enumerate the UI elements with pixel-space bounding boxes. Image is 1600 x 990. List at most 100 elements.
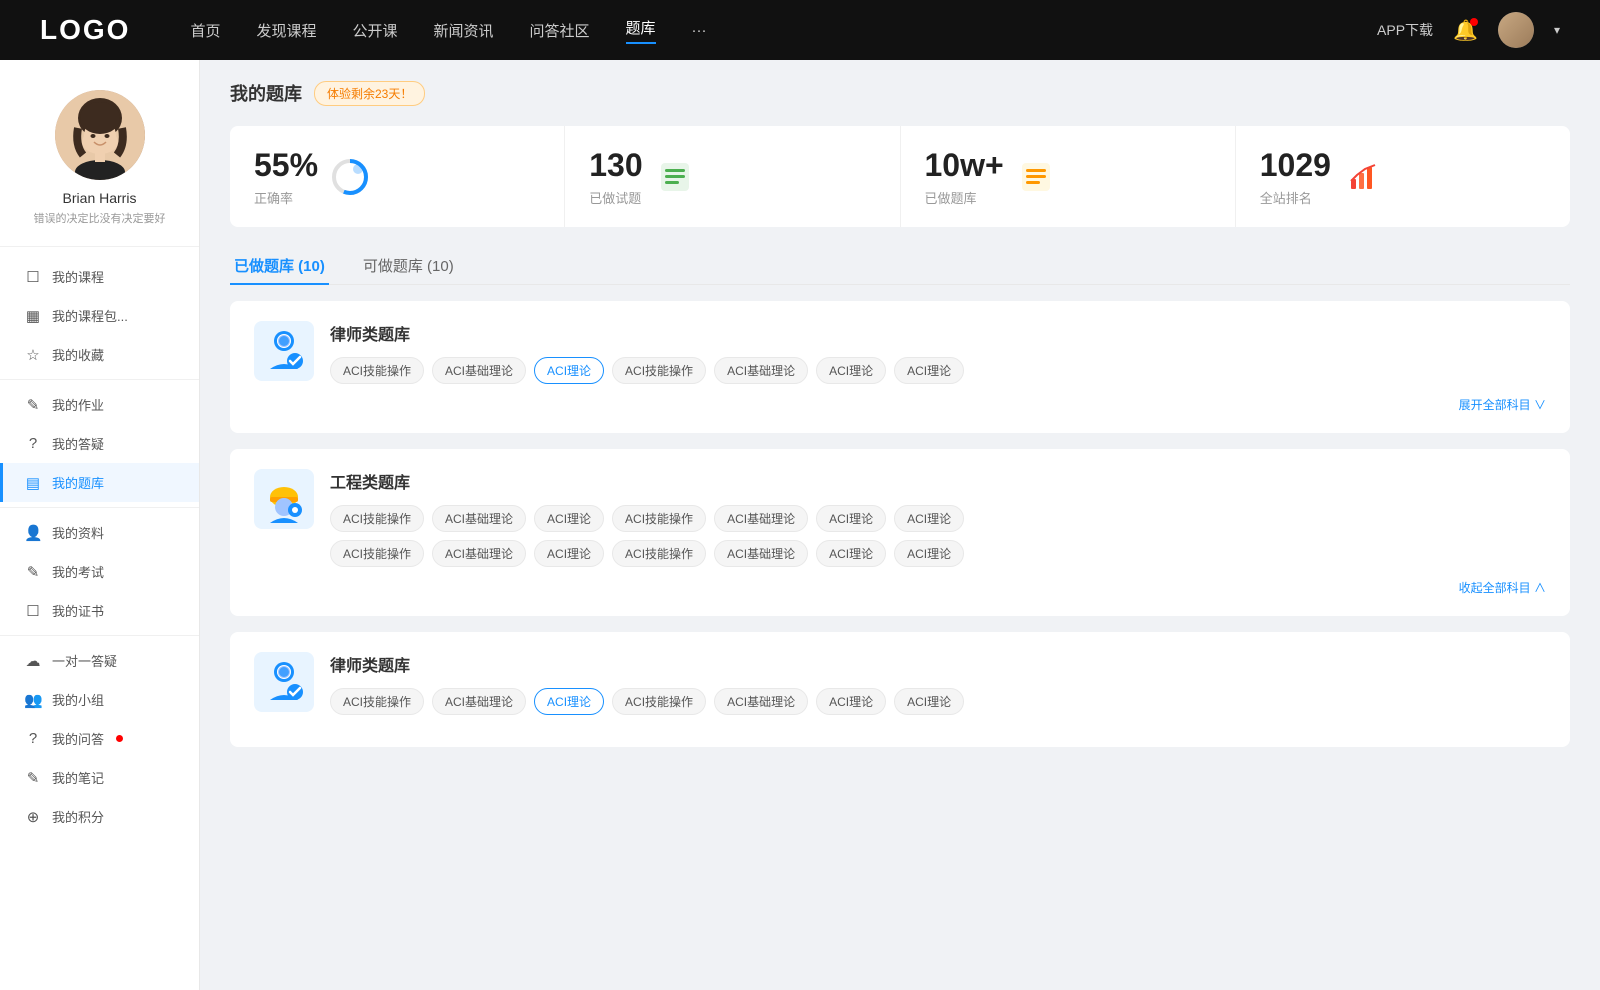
sidebar-item-certificate[interactable]: ☐ 我的证书 <box>0 591 199 630</box>
lawyer-icon-1 <box>254 321 314 381</box>
expand-link-1[interactable]: 展开全部科目 ∨ <box>254 396 1546 413</box>
navbar: LOGO 首页 发现课程 公开课 新闻资讯 问答社区 题库 ··· APP下载 … <box>0 0 1600 60</box>
tag-1-7[interactable]: ACI理论 <box>894 357 964 384</box>
tag-3-3[interactable]: ACI理论 <box>534 688 604 715</box>
tag-1-5[interactable]: ACI基础理论 <box>714 357 808 384</box>
sidebar-item-label: 我的答疑 <box>52 434 104 453</box>
sidebar-item-favorites[interactable]: ☆ 我的收藏 <box>0 335 199 374</box>
nav-open-course[interactable]: 公开课 <box>352 20 397 41</box>
tag-2-1-3[interactable]: ACI理论 <box>534 505 604 532</box>
sidebar-item-points[interactable]: ⊕ 我的积分 <box>0 797 199 836</box>
tag-1-1[interactable]: ACI技能操作 <box>330 357 424 384</box>
sidebar-item-group[interactable]: 👥 我的小组 <box>0 680 199 719</box>
nav-discover[interactable]: 发现课程 <box>256 20 316 41</box>
sidebar-item-my-qa[interactable]: ? 我的问答 <box>0 719 199 758</box>
stat-questions: 130 已做试题 <box>565 126 900 227</box>
tag-3-1[interactable]: ACI技能操作 <box>330 688 424 715</box>
tag-3-7[interactable]: ACI理论 <box>894 688 964 715</box>
notification-bell[interactable]: 🔔 <box>1453 18 1478 43</box>
qbank-icon: ▤ <box>24 474 42 492</box>
tag-2-1-5[interactable]: ACI基础理论 <box>714 505 808 532</box>
sidebar-item-course-pack[interactable]: ▦ 我的课程包... <box>0 296 199 335</box>
nav-news[interactable]: 新闻资讯 <box>434 20 494 41</box>
tag-1-2[interactable]: ACI基础理论 <box>432 357 526 384</box>
exam-icon: ✎ <box>24 563 42 581</box>
sidebar-item-homework[interactable]: ✎ 我的作业 <box>0 385 199 424</box>
tag-2-2-1[interactable]: ACI技能操作 <box>330 540 424 567</box>
stat-ranking: 1029 全站排名 <box>1236 126 1570 227</box>
qbank-card-engineer: 工程类题库 ACI技能操作 ACI基础理论 ACI理论 ACI技能操作 ACI基… <box>230 449 1570 616</box>
app-download-link[interactable]: APP下载 <box>1377 20 1433 40</box>
tag-2-2-4[interactable]: ACI技能操作 <box>612 540 706 567</box>
tag-2-1-2[interactable]: ACI基础理论 <box>432 505 526 532</box>
sidebar-item-one-on-one[interactable]: ☁ 一对一答疑 <box>0 641 199 680</box>
star-icon: ☆ <box>24 346 42 364</box>
tag-1-4[interactable]: ACI技能操作 <box>612 357 706 384</box>
page-header: 我的题库 体验剩余23天！ <box>230 80 1570 106</box>
nav-qa[interactable]: 问答社区 <box>530 20 590 41</box>
course-icon: ☐ <box>24 268 42 286</box>
collapse-link-2[interactable]: 收起全部科目 ∧ <box>254 579 1546 596</box>
sidebar-item-label: 我的问答 <box>52 729 104 748</box>
tag-3-4[interactable]: ACI技能操作 <box>612 688 706 715</box>
sidebar-item-exam[interactable]: ✎ 我的考试 <box>0 552 199 591</box>
qbank-info-1: 律师类题库 ACI技能操作 ACI基础理论 ACI理论 ACI技能操作 ACI基… <box>330 321 1546 384</box>
stat-ranking-label: 全站排名 <box>1260 188 1331 207</box>
one-on-one-icon: ☁ <box>24 652 42 670</box>
tabs-row: 已做题库 (10) 可做题库 (10) <box>230 247 1570 285</box>
qbank-header-1: 律师类题库 ACI技能操作 ACI基础理论 ACI理论 ACI技能操作 ACI基… <box>254 321 1546 384</box>
nav-menu: 首页 发现课程 公开课 新闻资讯 问答社区 题库 ··· <box>190 17 1377 44</box>
tag-2-1-6[interactable]: ACI理论 <box>816 505 886 532</box>
stat-ranking-value: 1029 <box>1260 146 1331 184</box>
qbank-info-2: 工程类题库 ACI技能操作 ACI基础理论 ACI理论 ACI技能操作 ACI基… <box>330 469 1546 567</box>
sidebar-item-question-bank[interactable]: ▤ 我的题库 <box>0 463 199 502</box>
sidebar-item-label: 我的笔记 <box>52 768 104 787</box>
user-avatar[interactable] <box>1498 12 1534 48</box>
tag-2-1-7[interactable]: ACI理论 <box>894 505 964 532</box>
stat-questions-label: 已做试题 <box>589 188 642 207</box>
tag-2-2-3[interactable]: ACI理论 <box>534 540 604 567</box>
tag-2-2-7[interactable]: ACI理论 <box>894 540 964 567</box>
tag-2-1-1[interactable]: ACI技能操作 <box>330 505 424 532</box>
tag-1-6[interactable]: ACI理论 <box>816 357 886 384</box>
user-menu-chevron[interactable]: ▾ <box>1554 23 1560 37</box>
engineer-icon-wrap <box>254 469 314 529</box>
accuracy-pie-icon <box>332 159 368 195</box>
tag-2-1-4[interactable]: ACI技能操作 <box>612 505 706 532</box>
sidebar-profile: Brian Harris 错误的决定比没有决定要好 <box>0 80 199 247</box>
qbank-card-lawyer-2: 律师类题库 ACI技能操作 ACI基础理论 ACI理论 ACI技能操作 ACI基… <box>230 632 1570 747</box>
sidebar-username: Brian Harris <box>20 190 179 206</box>
tab-available-banks[interactable]: 可做题库 (10) <box>359 247 458 284</box>
tag-3-5[interactable]: ACI基础理论 <box>714 688 808 715</box>
stat-accuracy: 55% 正确率 <box>230 126 565 227</box>
sidebar-item-qa[interactable]: ? 我的答疑 <box>0 424 199 463</box>
tag-2-2-6[interactable]: ACI理论 <box>816 540 886 567</box>
tab-done-banks[interactable]: 已做题库 (10) <box>230 247 329 284</box>
sidebar-item-label: 我的小组 <box>52 690 104 709</box>
sidebar-item-course[interactable]: ☐ 我的课程 <box>0 257 199 296</box>
nav-home[interactable]: 首页 <box>190 20 220 41</box>
stat-questions-text: 130 已做试题 <box>589 146 642 207</box>
points-icon: ⊕ <box>24 808 42 826</box>
navbar-right: APP下载 🔔 ▾ <box>1377 12 1560 48</box>
sidebar-item-notes[interactable]: ✎ 我的笔记 <box>0 758 199 797</box>
sidebar-avatar <box>55 90 145 180</box>
trial-badge: 体验剩余23天！ <box>314 81 425 106</box>
tag-2-2-5[interactable]: ACI基础理论 <box>714 540 808 567</box>
sidebar-item-label: 我的作业 <box>52 395 104 414</box>
unread-dot <box>116 735 123 742</box>
stats-row: 55% 正确率 130 已做试题 <box>230 126 1570 227</box>
qbank-title-2: 工程类题库 <box>330 469 1546 493</box>
sidebar-item-label: 我的资料 <box>52 523 104 542</box>
tag-1-3[interactable]: ACI理论 <box>534 357 604 384</box>
nav-question-bank[interactable]: 题库 <box>626 17 656 44</box>
main-content: 我的题库 体验剩余23天！ 55% 正确率 <box>200 60 1600 990</box>
tag-3-2[interactable]: ACI基础理论 <box>432 688 526 715</box>
sidebar-item-profile[interactable]: 👤 我的资料 <box>0 513 199 552</box>
tag-2-2-2[interactable]: ACI基础理论 <box>432 540 526 567</box>
nav-more[interactable]: ··· <box>692 22 707 39</box>
tag-3-6[interactable]: ACI理论 <box>816 688 886 715</box>
sidebar-item-label: 我的积分 <box>52 807 104 826</box>
profile-icon: 👤 <box>24 524 42 542</box>
sidebar-item-label: 我的题库 <box>52 473 104 492</box>
